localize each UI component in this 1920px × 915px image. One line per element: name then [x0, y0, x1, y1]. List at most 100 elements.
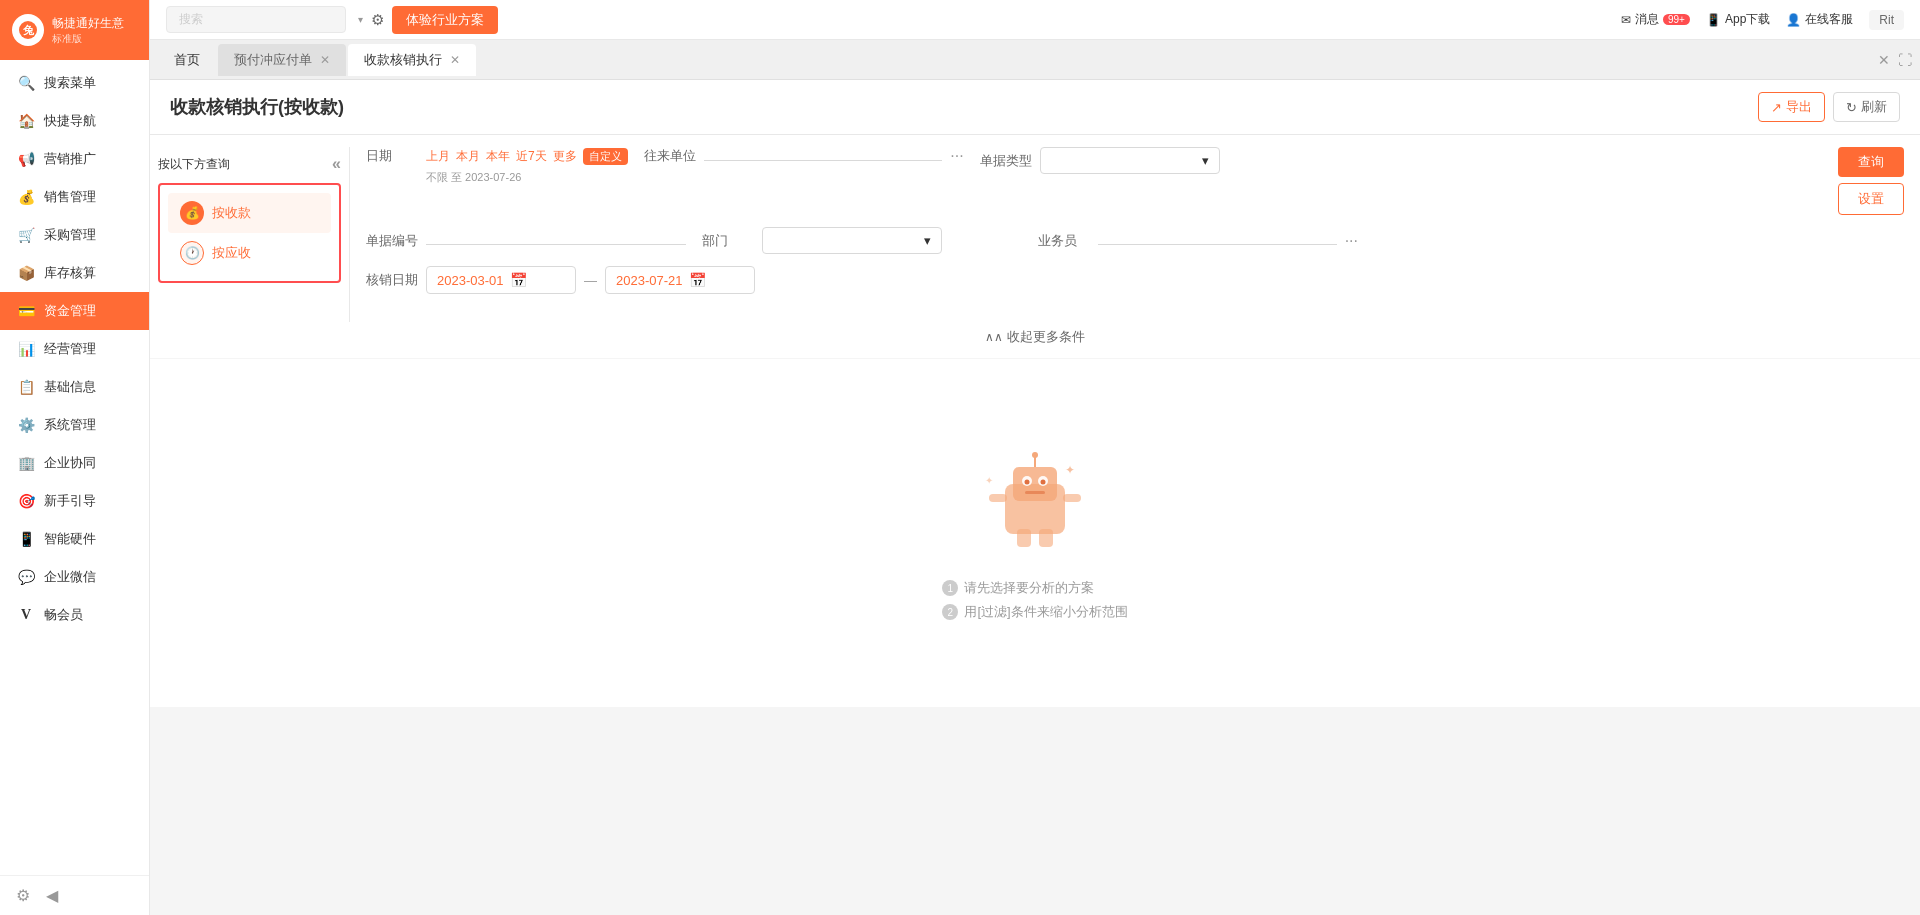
refresh-label: 刷新 — [1861, 98, 1887, 116]
header-gear-icon[interactable]: ⚙ — [371, 11, 384, 29]
bill-no-field: 单据编号 — [366, 232, 686, 250]
date-custom-badge[interactable]: 自定义 — [583, 148, 628, 165]
filter-sidebar-toggle-icon[interactable]: « — [332, 155, 341, 173]
verify-date-end-calendar-icon[interactable]: 📅 — [689, 272, 706, 288]
svg-rect-3 — [1013, 467, 1057, 501]
tip1-num: 1 — [942, 580, 958, 596]
user-avatar-button[interactable]: Rit — [1869, 10, 1904, 30]
tab-home-label: 首页 — [174, 51, 200, 69]
dept-field: 部门 ▾ — [702, 227, 1022, 254]
counterparty-input-area — [704, 152, 943, 161]
counterparty-more-icon[interactable]: ··· — [950, 147, 963, 165]
page-content: 收款核销执行(按收款) ↗ 导出 ↻ 刷新 按以下方查询 « — [150, 80, 1920, 915]
counterparty-label: 往来单位 — [644, 147, 696, 165]
collapse-more-button[interactable]: ∧∧ 收起更多条件 — [985, 328, 1085, 346]
sidebar-item-system[interactable]: ⚙️ 系统管理 — [0, 406, 149, 444]
trial-btn[interactable]: 体验行业方案 — [392, 6, 498, 34]
sidebar-item-finance[interactable]: 💳 资金管理 — [0, 292, 149, 330]
sidebar-item-quick-nav[interactable]: 🏠 快捷导航 — [0, 102, 149, 140]
empty-illustration: ✦ ✦ — [975, 439, 1095, 559]
page-title: 收款核销执行(按收款) — [170, 95, 344, 119]
tab-prepay-close-icon[interactable]: ✕ — [320, 53, 330, 67]
sidebar-item-marketing-label: 营销推广 — [44, 150, 96, 168]
tab-collection-close-icon[interactable]: ✕ — [450, 53, 460, 67]
dept-select[interactable]: ▾ — [762, 227, 942, 254]
sidebar-item-enterprise[interactable]: 🏢 企业协同 — [0, 444, 149, 482]
sidebar-item-operations[interactable]: 📊 经营管理 — [0, 330, 149, 368]
home-icon: 🏠 — [16, 113, 36, 129]
export-button[interactable]: ↗ 导出 — [1758, 92, 1825, 122]
tip1-text: 请先选择要分析的方案 — [964, 579, 1094, 597]
sidebar-item-wechat[interactable]: 💬 企业微信 — [0, 558, 149, 596]
tab-close-all-icon[interactable]: ✕ — [1878, 52, 1890, 68]
wechat-icon: 💬 — [16, 569, 36, 585]
bill-type-select[interactable]: ▾ — [1040, 147, 1220, 174]
filter-row-2: 单据编号 部门 ▾ 业务员 ··· — [366, 227, 1904, 254]
verify-date-range: 2023-03-01 📅 — 2023-07-21 📅 — [426, 266, 755, 294]
header-right: ✉ 消息 99+ 📱 App下载 👤 在线客服 Rit — [1621, 10, 1904, 30]
date-shortcut-7days[interactable]: 近7天 — [516, 148, 547, 165]
staff-input — [1098, 236, 1337, 245]
bill-type-label: 单据类型 — [980, 152, 1032, 170]
date-field-row: 日期 上月 本月 本年 近7天 更多 自定义 — [366, 147, 628, 165]
staff-more-icon[interactable]: ··· — [1345, 232, 1358, 250]
tab-collection[interactable]: 收款核销执行 ✕ — [348, 44, 476, 76]
sidebar-item-smart-hw[interactable]: 📱 智能硬件 — [0, 520, 149, 558]
verify-date-start-calendar-icon[interactable]: 📅 — [510, 272, 527, 288]
filter-option-by-receivable[interactable]: 🕐 按应收 — [168, 233, 331, 273]
tab-home[interactable]: 首页 — [158, 44, 216, 76]
collapse-sidebar-icon[interactable]: ◀ — [46, 886, 58, 905]
sidebar-item-basic[interactable]: 📋 基础信息 — [0, 368, 149, 406]
tab-bar-right: ✕ ⛶ — [1878, 52, 1912, 68]
msg-button[interactable]: ✉ 消息 99+ — [1621, 11, 1690, 28]
basic-icon: 📋 — [16, 379, 36, 395]
app-download-button[interactable]: 📱 App下载 — [1706, 11, 1770, 28]
by-collection-label: 按收款 — [212, 204, 251, 222]
sidebar-item-marketing[interactable]: 📢 营销推广 — [0, 140, 149, 178]
online-service-button[interactable]: 👤 在线客服 — [1786, 11, 1853, 28]
settings-bottom-icon[interactable]: ⚙ — [16, 886, 30, 905]
verify-date-start-input[interactable]: 2023-03-01 📅 — [426, 266, 576, 294]
header-chevron-icon[interactable]: ▾ — [358, 14, 363, 25]
filter-option-by-collection[interactable]: 💰 按收款 — [168, 193, 331, 233]
verify-date-field: 核销日期 2023-03-01 📅 — 2023-07-21 📅 — [366, 266, 755, 294]
page-actions: ↗ 导出 ↻ 刷新 — [1758, 92, 1900, 122]
sales-icon: 💰 — [16, 189, 36, 205]
svg-rect-12 — [1063, 494, 1081, 502]
date-range-dash: — — [584, 273, 597, 288]
verify-date-end-input[interactable]: 2023-07-21 📅 — [605, 266, 755, 294]
bill-type-chevron-icon: ▾ — [1202, 153, 1209, 168]
sidebar-item-member[interactable]: V 畅会员 — [0, 596, 149, 634]
sidebar-item-purchase[interactable]: 🛒 采购管理 — [0, 216, 149, 254]
marketing-icon: 📢 — [16, 151, 36, 167]
date-shortcut-this-month[interactable]: 本月 — [456, 148, 480, 165]
staff-field: 业务员 ··· — [1038, 232, 1358, 250]
header-search-placeholder: 搜索 — [179, 12, 203, 26]
collapse-more-area: ∧∧ 收起更多条件 — [150, 322, 1920, 358]
header-search-box: 搜索 — [166, 6, 346, 33]
date-shortcut-this-year[interactable]: 本年 — [486, 148, 510, 165]
tab-collection-label: 收款核销执行 — [364, 51, 442, 69]
settings-button[interactable]: 设置 — [1838, 183, 1904, 215]
refresh-icon: ↻ — [1846, 100, 1857, 115]
tip2-num: 2 — [942, 604, 958, 620]
tab-expand-icon[interactable]: ⛶ — [1898, 52, 1912, 68]
sidebar-menu: 🔍 搜索菜单 🏠 快捷导航 📢 营销推广 💰 销售管理 🛒 采购管理 📦 库存核… — [0, 60, 149, 875]
date-field-group: 日期 上月 本月 本年 近7天 更多 自定义 — [366, 147, 628, 185]
by-receivable-label: 按应收 — [212, 244, 251, 262]
refresh-button[interactable]: ↻ 刷新 — [1833, 92, 1900, 122]
sidebar-item-search[interactable]: 🔍 搜索菜单 — [0, 64, 149, 102]
query-button[interactable]: 查询 — [1838, 147, 1904, 177]
filter-options-box: 💰 按收款 🕐 按应收 — [158, 183, 341, 283]
sidebar-item-guide[interactable]: 🎯 新手引导 — [0, 482, 149, 520]
sidebar-logo: 兔 畅捷通好生意 标准版 — [0, 0, 149, 60]
sidebar-item-sales[interactable]: 💰 销售管理 — [0, 178, 149, 216]
tab-prepay[interactable]: 预付冲应付单 ✕ — [218, 44, 346, 76]
date-shortcut-last-month[interactable]: 上月 — [426, 148, 450, 165]
sidebar-item-inventory[interactable]: 📦 库存核算 — [0, 254, 149, 292]
message-icon: ✉ — [1621, 13, 1631, 27]
bill-no-input[interactable] — [426, 236, 686, 245]
search-icon: 🔍 — [16, 75, 36, 91]
date-shortcut-more[interactable]: 更多 — [553, 148, 577, 165]
header-left: 搜索 ▾ ⚙ 体验行业方案 — [166, 6, 498, 34]
